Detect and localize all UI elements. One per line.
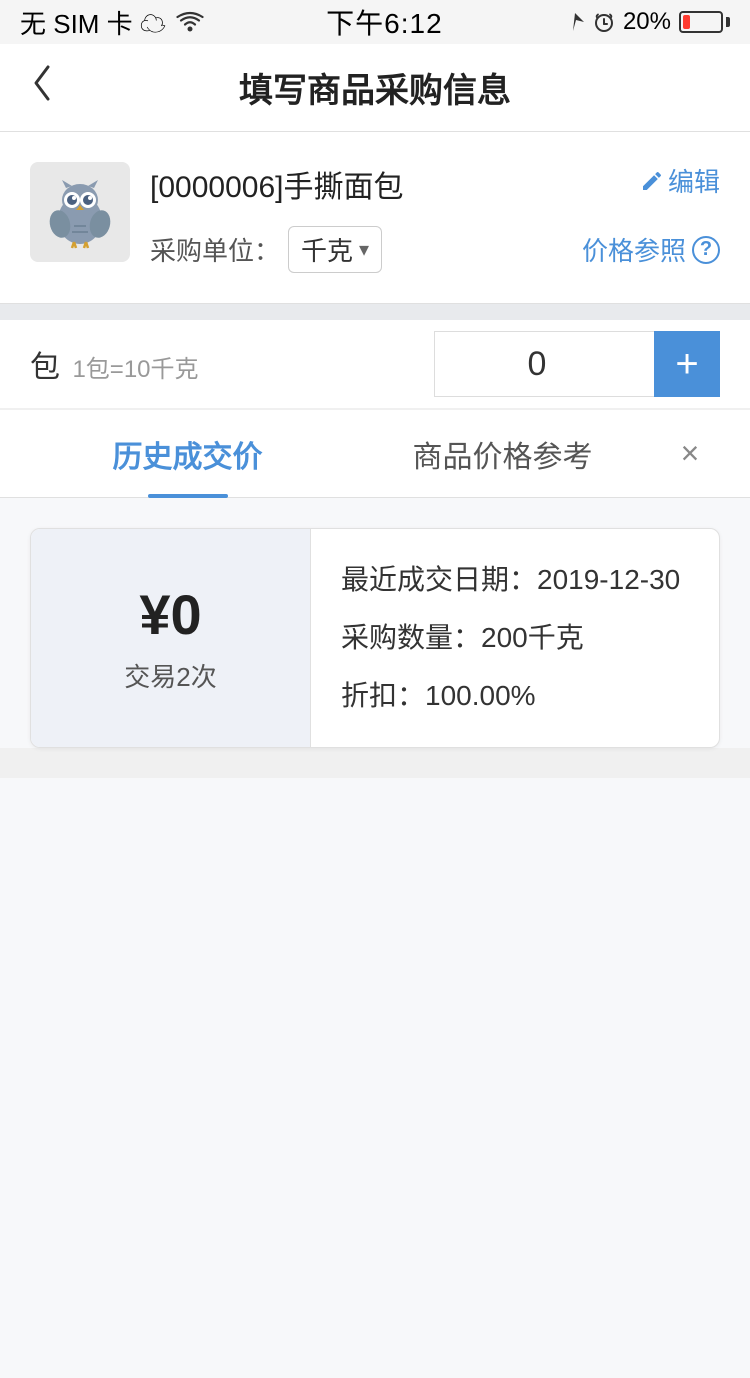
product-card: [0000006]手撕面包 编辑 采购单位： 千克 ▾ 价格参照 ? — [0, 132, 750, 304]
page-title: 填写商品采购信息 — [239, 63, 511, 112]
quantity-input-area: + — [219, 331, 720, 397]
history-price-value: ¥0 — [139, 582, 201, 647]
sim-label: 无 SIM 卡 ☁ — [20, 4, 166, 41]
tab-product-price-ref[interactable]: 商品价格参考 — [345, 410, 660, 498]
quantity-row: 包 1包=10千克 + — [0, 320, 750, 408]
tab-history-price[interactable]: 历史成交价 — [30, 410, 345, 498]
currency-symbol: ¥ — [139, 583, 170, 646]
recent-date-label: 最近成交日期： — [341, 564, 537, 595]
recent-date-value: 2019-12-30 — [537, 564, 680, 595]
alarm-icon — [593, 11, 615, 33]
status-time: 下午6:12 — [326, 2, 443, 42]
quantity-input[interactable] — [434, 331, 654, 397]
tab-history-label: 历史成交价 — [113, 432, 263, 476]
edit-icon — [640, 169, 664, 193]
location-icon — [565, 12, 585, 32]
status-left: 无 SIM 卡 ☁ — [20, 4, 204, 41]
purchase-qty-value: 200千克 — [481, 622, 584, 653]
panel-section: 历史成交价 商品价格参考 × ¥0 交易2次 最近成交日期：2019-12-30… — [0, 410, 750, 748]
status-bar: 无 SIM 卡 ☁ 下午6:12 20% — [0, 0, 750, 44]
edit-button[interactable]: 编辑 — [640, 162, 720, 199]
recent-date-row: 最近成交日期：2019-12-30 — [341, 559, 689, 601]
product-image — [30, 162, 130, 262]
unit-dropdown[interactable]: 千克 ▾ — [288, 226, 382, 273]
package-unit-label: 包 — [30, 351, 60, 384]
purchase-qty-row: 采购数量：200千克 — [341, 617, 689, 659]
tab-active-indicator — [148, 494, 228, 498]
status-right: 20% — [565, 8, 730, 36]
tab-close-button[interactable]: × — [660, 424, 720, 484]
nav-bar: 填写商品采购信息 — [0, 44, 750, 132]
plus-icon: + — [675, 342, 698, 387]
tab-reference-label: 商品价格参考 — [413, 432, 593, 476]
history-card-right: 最近成交日期：2019-12-30 采购数量：200千克 折扣：100.00% — [311, 529, 719, 747]
price-amount: 0 — [171, 583, 202, 646]
product-details: [0000006]手撕面包 编辑 采购单位： 千克 ▾ 价格参照 ? — [150, 162, 720, 273]
back-button[interactable] — [30, 63, 54, 112]
discount-row: 折扣：100.00% — [341, 675, 689, 717]
trade-count: 交易2次 — [124, 657, 216, 694]
product-thumbnail — [40, 172, 120, 252]
product-name: [0000006]手撕面包 — [150, 162, 403, 206]
quantity-plus-button[interactable]: + — [654, 331, 720, 397]
history-card: ¥0 交易2次 最近成交日期：2019-12-30 采购数量：200千克 折扣：… — [30, 528, 720, 748]
battery-percent: 20% — [623, 8, 671, 36]
price-ref-help-icon: ? — [692, 236, 720, 264]
close-icon: × — [681, 435, 700, 472]
unit-conversion-label: 1包=10千克 — [72, 356, 198, 383]
product-header: [0000006]手撕面包 编辑 — [150, 162, 720, 206]
history-card-left: ¥0 交易2次 — [31, 529, 311, 747]
dropdown-arrow-icon: ▾ — [359, 237, 369, 262]
price-reference-button[interactable]: 价格参照 ? — [582, 231, 720, 268]
unit-value: 千克 — [301, 231, 353, 268]
main-content-area — [0, 778, 750, 1378]
section-divider — [0, 304, 750, 320]
quantity-unit-display: 包 1包=10千克 — [30, 342, 199, 386]
product-unit-row: 采购单位： 千克 ▾ 价格参照 ? — [150, 226, 720, 273]
edit-label: 编辑 — [668, 162, 720, 199]
purchase-qty-label: 采购数量： — [341, 622, 481, 653]
wifi-icon — [176, 11, 204, 33]
battery-indicator — [679, 11, 730, 33]
tabs-bar: 历史成交价 商品价格参考 × — [0, 410, 750, 498]
discount-value: 100.00% — [425, 680, 536, 711]
unit-label: 采购单位： — [150, 231, 280, 268]
wifi-dot — [187, 27, 192, 32]
discount-label: 折扣： — [341, 680, 425, 711]
price-ref-label: 价格参照 — [582, 231, 686, 268]
